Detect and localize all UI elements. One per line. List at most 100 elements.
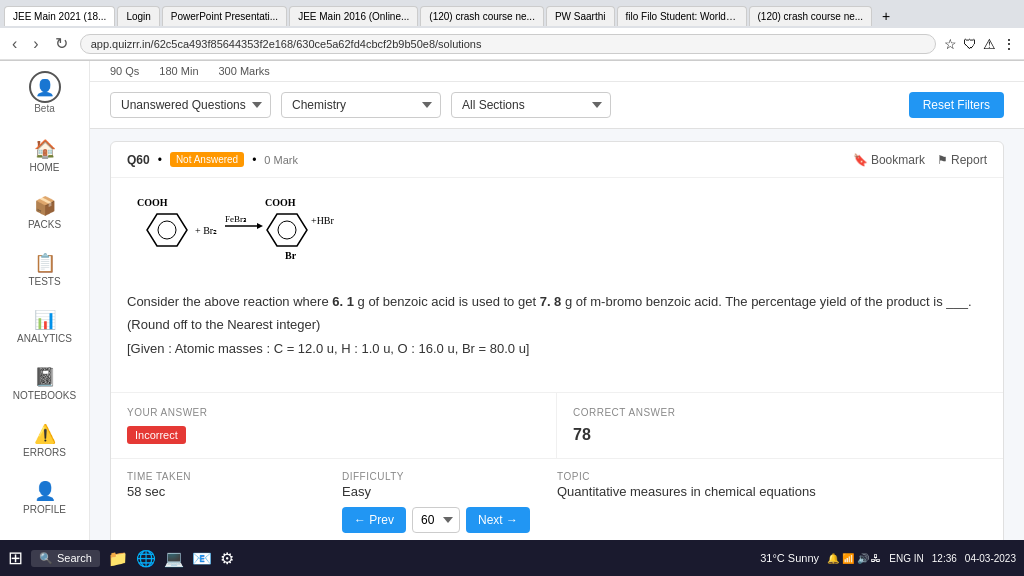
question-body: COOH + Br₂ FeBr₃ COOH xyxy=(111,178,1003,376)
your-answer-box: Your Answer Incorrect xyxy=(111,393,557,458)
tab-login[interactable]: Login xyxy=(117,6,159,26)
forward-button[interactable]: › xyxy=(29,33,42,55)
sidebar-item-packs[interactable]: 📦 PACKS xyxy=(0,187,89,238)
url-input[interactable] xyxy=(80,34,936,54)
next-button[interactable]: Next → xyxy=(466,507,530,533)
question-number: Q60 xyxy=(127,153,150,167)
menu-icon[interactable]: ⋮ xyxy=(1002,36,1016,52)
search-label: Search xyxy=(57,552,92,564)
app-icon-2[interactable]: 📧 xyxy=(192,549,212,568)
search-icon: 🔍 xyxy=(39,552,53,565)
given-text: [Given : Atomic masses : C = 12.0 u, H :… xyxy=(127,337,987,360)
browser-actions: ☆ 🛡 ⚠ ⋮ xyxy=(944,36,1016,52)
reset-filters-button[interactable]: Reset Filters xyxy=(909,92,1004,118)
tab-active[interactable]: JEE Main 2021 (18... xyxy=(4,6,115,26)
svg-marker-1 xyxy=(147,214,187,246)
browser-icon[interactable]: 🌐 xyxy=(136,549,156,568)
sidebar-item-analytics[interactable]: 📊 ANALYTICS xyxy=(0,301,89,352)
sidebar-logo: 👤 Beta xyxy=(29,71,61,114)
filter-section[interactable]: All Sections xyxy=(451,92,611,118)
separator: • xyxy=(158,153,162,167)
home-icon: 🏠 xyxy=(34,138,56,160)
packs-icon: 📦 xyxy=(34,195,56,217)
meta-section: TIME TAKEN 58 sec DIFFICULTY Easy ← Prev… xyxy=(111,458,1003,540)
new-tab-button[interactable]: + xyxy=(874,4,898,28)
question-number-select[interactable]: 60 xyxy=(412,507,460,533)
separator2: • xyxy=(252,153,256,167)
topic-item: TOPIC Quantitative measures in chemical … xyxy=(557,471,987,499)
reaction-svg: COOH + Br₂ FeBr₃ COOH xyxy=(127,194,347,274)
val-6-1: 6. 1 xyxy=(332,294,354,309)
tab-crash2[interactable]: (120) crash course ne... xyxy=(749,6,873,26)
sidebar-item-profile[interactable]: 👤 PROFILE xyxy=(0,472,89,523)
app-info-bar: 90 Qs 180 Min 300 Marks xyxy=(90,61,1024,82)
errors-icon: ⚠️ xyxy=(34,423,56,445)
taskbar-right: 31°C Sunny 🔔 📶 🔊 🖧 ENG IN 12:36 04-03-20… xyxy=(760,552,1016,564)
bookmark-button[interactable]: 🔖 Bookmark xyxy=(853,153,925,167)
extension-icon[interactable]: 🛡 xyxy=(963,36,977,52)
tab-bar: JEE Main 2021 (18... Login PowerPoint Pr… xyxy=(0,0,1024,28)
back-button[interactable]: ‹ xyxy=(8,33,21,55)
sidebar-item-notebooks[interactable]: 📓 NOTEBOOKS xyxy=(0,358,89,409)
warning-icon[interactable]: ⚠ xyxy=(983,36,996,52)
filter-bar: Unanswered Questions Chemistry All Secti… xyxy=(90,82,1024,129)
time-taken-value: 58 sec xyxy=(127,484,342,499)
filter-subject[interactable]: Chemistry xyxy=(281,92,441,118)
time-taken-item: TIME TAKEN 58 sec xyxy=(127,471,342,499)
correct-answer-value: 78 xyxy=(573,426,987,444)
filter-answered[interactable]: Unanswered Questions xyxy=(110,92,271,118)
difficulty-item: DIFFICULTY Easy ← Prev 60 Next → xyxy=(342,471,557,533)
svg-marker-8 xyxy=(267,214,307,246)
question-actions: 🔖 Bookmark ⚑ Report xyxy=(853,153,987,167)
val-7-8: 7. 8 xyxy=(540,294,562,309)
difficulty-nav-row: ← Prev 60 Next → xyxy=(342,507,557,533)
tab-jee2016[interactable]: JEE Main 2016 (Online... xyxy=(289,6,418,26)
report-button[interactable]: ⚑ Report xyxy=(937,153,987,167)
tab-ppt[interactable]: PowerPoint Presentati... xyxy=(162,6,287,26)
reaction-diagram: COOH + Br₂ FeBr₃ COOH xyxy=(127,194,987,274)
main-content: 90 Qs 180 Min 300 Marks Unanswered Quest… xyxy=(90,61,1024,540)
app-icon-3[interactable]: ⚙ xyxy=(220,549,234,568)
tab-pw[interactable]: PW Saarthi xyxy=(546,6,615,26)
round-off-text: (Round off to the Nearest integer) xyxy=(127,313,987,336)
svg-point-9 xyxy=(278,221,296,239)
sidebar-label-tests: TESTS xyxy=(28,276,60,287)
svg-text:COOH: COOH xyxy=(137,197,168,208)
svg-text:Br: Br xyxy=(285,250,297,261)
logo-label: Beta xyxy=(34,103,55,114)
your-answer-label: Your Answer xyxy=(127,407,540,418)
bookmark-icon: 🔖 xyxy=(853,153,868,167)
system-tray-icons: 🔔 📶 🔊 🖧 xyxy=(827,553,881,564)
file-explorer-icon[interactable]: 📁 xyxy=(108,549,128,568)
refresh-button[interactable]: ↻ xyxy=(51,32,72,55)
question-card: Q60 • Not Answered • 0 Mark 🔖 Bookmark ⚑ xyxy=(110,141,1004,540)
difficulty-label: DIFFICULTY xyxy=(342,471,557,482)
taskbar: ⊞ 🔍 Search 📁 🌐 💻 📧 ⚙ 31°C Sunny 🔔 📶 🔊 🖧 … xyxy=(0,540,1024,576)
app-icon-1[interactable]: 💻 xyxy=(164,549,184,568)
logo-icon: 👤 xyxy=(29,71,61,103)
sidebar-item-home[interactable]: 🏠 HOME xyxy=(0,130,89,181)
sidebar: 👤 Beta 🏠 HOME 📦 PACKS 📋 TESTS 📊 ANALYTIC… xyxy=(0,61,90,540)
prev-button[interactable]: ← Prev xyxy=(342,507,406,533)
sidebar-item-errors[interactable]: ⚠️ ERRORS xyxy=(0,415,89,466)
taskbar-search[interactable]: 🔍 Search xyxy=(31,550,100,567)
bookmark-icon[interactable]: ☆ xyxy=(944,36,957,52)
sidebar-item-tests[interactable]: 📋 TESTS xyxy=(0,244,89,295)
weather-temp: 31°C xyxy=(760,552,785,564)
tab-filo[interactable]: filo Filo Student: World's C... xyxy=(617,6,747,26)
notebooks-icon: 📓 xyxy=(34,366,56,388)
sidebar-label-profile: PROFILE xyxy=(23,504,66,515)
topic-label: TOPIC xyxy=(557,471,987,482)
sidebar-label-home: HOME xyxy=(30,162,60,173)
incorrect-badge: Incorrect xyxy=(127,426,186,444)
svg-text:FeBr₃: FeBr₃ xyxy=(225,214,247,224)
topic-value: Quantitative measures in chemical equati… xyxy=(557,484,987,499)
tab-crash1[interactable]: (120) crash course ne... xyxy=(420,6,544,26)
sidebar-label-packs: PACKS xyxy=(28,219,61,230)
svg-text:+HBr: +HBr xyxy=(311,215,335,226)
tests-icon: 📋 xyxy=(34,252,56,274)
date: 04-03-2023 xyxy=(965,553,1016,564)
question-text: Consider the above reaction where 6. 1 g… xyxy=(127,290,987,360)
windows-button[interactable]: ⊞ xyxy=(8,547,23,569)
taskbar-left: ⊞ 🔍 Search 📁 🌐 💻 📧 ⚙ xyxy=(8,547,234,569)
